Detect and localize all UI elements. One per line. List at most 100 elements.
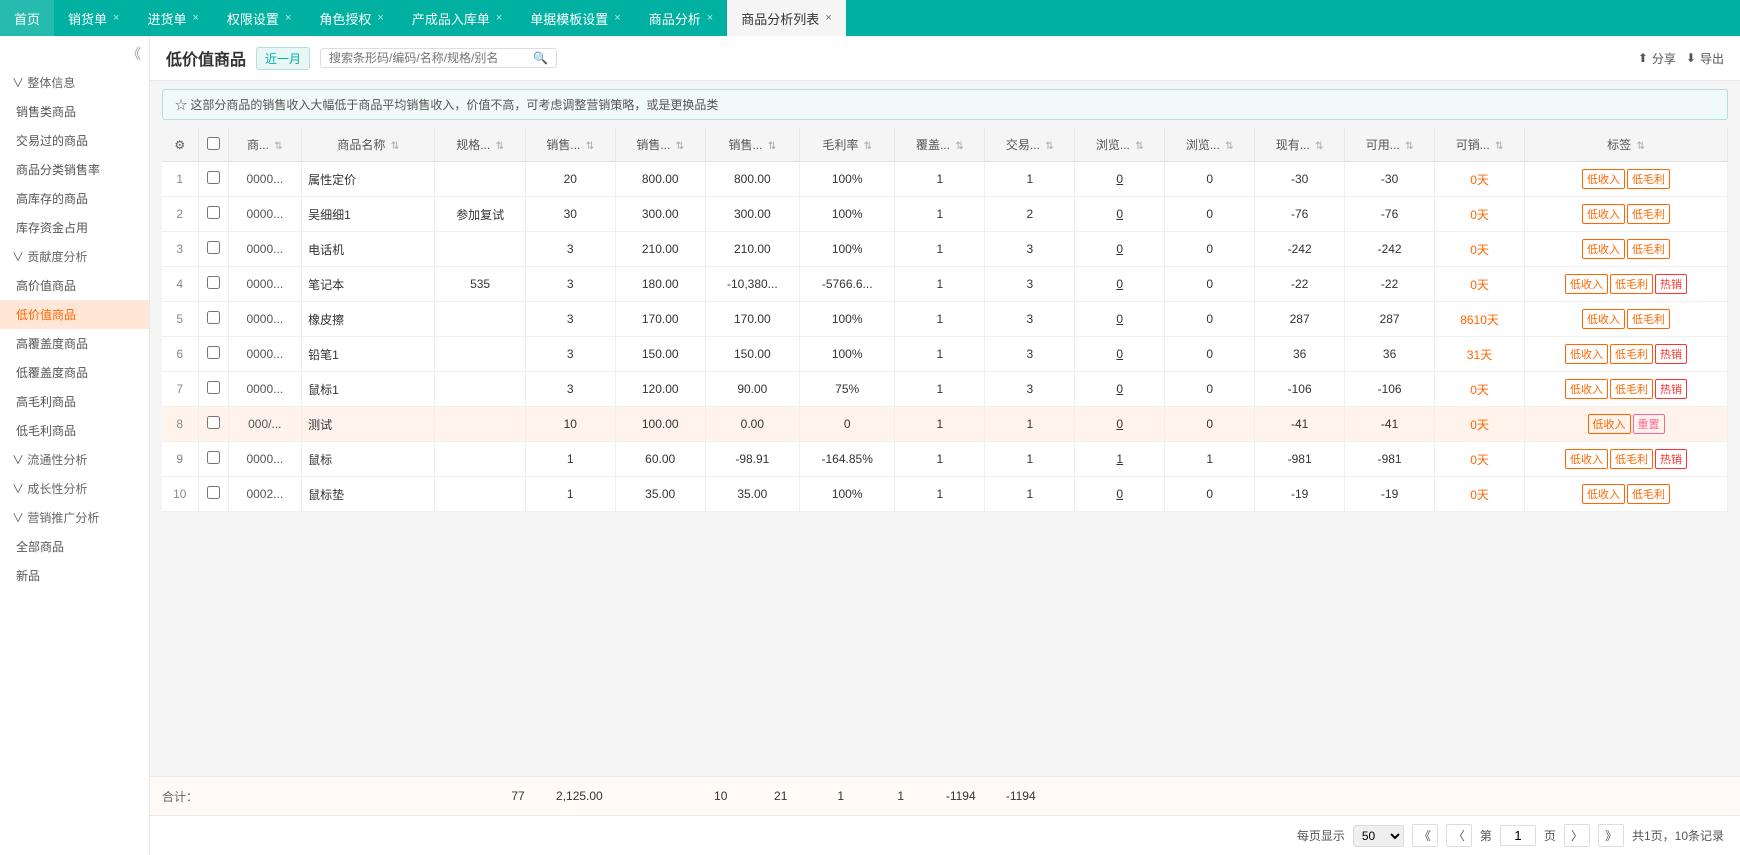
checkbox-column-header[interactable] [198,128,228,162]
code-cell: 0000... [228,302,302,337]
row-checkbox[interactable] [207,311,220,324]
view1-column-header[interactable]: 浏览... ⇅ [1075,128,1165,162]
coverage-cell: 1 [895,477,985,512]
first-page-button[interactable]: 《 [1412,824,1438,847]
view2-cell: 0 [1165,302,1255,337]
sidebar-item-high-margin[interactable]: 高毛利商品 [0,387,149,416]
close-icon[interactable]: × [377,12,383,24]
sidebar-item-low-margin[interactable]: 低毛利商品 [0,416,149,445]
sidebar-item-category-rate[interactable]: 商品分类销售率 [0,155,149,184]
prev-page-button[interactable]: 〈 [1446,824,1472,847]
export-button[interactable]: ⬇ 导出 [1686,50,1724,67]
sidebar-item-all-goods[interactable]: 全部商品 [0,532,149,561]
footer-view2: 1 [871,785,931,807]
name-cell: 鼠标垫 [302,477,435,512]
search-icon[interactable]: 🔍 [533,51,548,65]
row-checkbox[interactable] [207,276,220,289]
row-checkbox[interactable] [207,486,220,499]
sidebar-item-low-value[interactable]: 低价值商品 [0,300,149,329]
sales-column-header[interactable]: 销售... ⇅ [705,128,799,162]
per-page-select[interactable]: 50 100 200 [1353,825,1404,847]
sellable-cell: 8610天 [1435,302,1525,337]
close-icon[interactable]: × [285,12,291,24]
view1-cell: 0 [1075,372,1165,407]
view2-column-header[interactable]: 浏览... ⇅ [1165,128,1255,162]
footer-current: -1194 [931,785,991,807]
close-icon[interactable]: × [707,12,713,24]
select-all-checkbox[interactable] [207,137,220,150]
code-column-header[interactable]: 商... ⇅ [228,128,302,162]
trade-cell: 3 [985,372,1075,407]
sidebar-item-new-goods[interactable]: 新品 [0,561,149,590]
sidebar-item-high-value[interactable]: 高价值商品 [0,271,149,300]
next-page-button[interactable]: 〉 [1564,824,1590,847]
coverage-column-header[interactable]: 覆盖... ⇅ [895,128,985,162]
available-cell: -22 [1345,267,1435,302]
row-checkbox[interactable] [207,241,220,254]
available-cell: -242 [1345,232,1435,267]
sidebar-item-low-coverage[interactable]: 低覆盖度商品 [0,358,149,387]
coverage-cell: 1 [895,197,985,232]
view1-cell: 0 [1075,302,1165,337]
price-column-header[interactable]: 销售... ⇅ [615,128,705,162]
nav-analysis-list[interactable]: 商品分析列表 × [727,0,845,36]
qty-cell: 1 [525,442,615,477]
view1-cell: 0 [1075,232,1165,267]
sales-cell: 300.00 [705,197,799,232]
close-icon[interactable]: × [614,12,620,24]
nav-analysis[interactable]: 商品分析 × [635,0,727,36]
spec-cell [435,477,525,512]
sidebar-item-high-stock[interactable]: 高库存的商品 [0,184,149,213]
table-row: 4 0000... 笔记本 535 3 180.00 -10,380... -5… [162,267,1728,302]
nav-purchase[interactable]: 进货单 × [133,0,212,36]
info-bar: ☆ 这部分商品的销售收入大幅低于商品平均销售收入，价值不高，可考虑调整营销策略，… [162,89,1728,120]
qty-cell: 3 [525,302,615,337]
nav-sales[interactable]: 销货单 × [54,0,133,36]
row-checkbox[interactable] [207,451,220,464]
sidebar-item-traded-goods[interactable]: 交易过的商品 [0,126,149,155]
sidebar-item-sales-goods[interactable]: 销售类商品 [0,97,149,126]
collapse-button[interactable]: 《 [127,44,141,64]
nav-warehouse[interactable]: 产成品入库单 × [398,0,516,36]
current-column-header[interactable]: 现有... ⇅ [1255,128,1345,162]
footer-label: 合计： [162,788,198,805]
trade-column-header[interactable]: 交易... ⇅ [985,128,1075,162]
last-page-button[interactable]: 》 [1598,824,1624,847]
tags-column-header[interactable]: 标签 ⇅ [1525,128,1728,162]
nav-template[interactable]: 单据模板设置 × [516,0,634,36]
tag: 低毛利 [1627,239,1670,259]
tag: 低收入 [1565,379,1608,399]
page-number-input[interactable] [1500,825,1536,846]
view2-cell: 0 [1165,232,1255,267]
qty-column-header[interactable]: 销售... ⇅ [525,128,615,162]
row-checkbox[interactable] [207,346,220,359]
row-checkbox[interactable] [207,381,220,394]
spec-column-header[interactable]: 规格... ⇅ [435,128,525,162]
row-checkbox[interactable] [207,416,220,429]
trade-cell: 3 [985,267,1075,302]
settings-column-header[interactable]: ⚙ [162,128,198,162]
sellable-column-header[interactable]: 可销... ⇅ [1435,128,1525,162]
close-icon[interactable]: × [825,12,831,24]
row-checkbox[interactable] [207,171,220,184]
nav-home[interactable]: 首页 [0,0,54,36]
footer-view1: 1 [811,785,871,807]
row-checkbox[interactable] [207,206,220,219]
available-column-header[interactable]: 可用... ⇅ [1345,128,1435,162]
share-button[interactable]: ⬆ 分享 [1638,50,1676,67]
nav-role[interactable]: 角色授权 × [305,0,397,36]
code-cell: 0000... [228,372,302,407]
tag: 低毛利 [1610,344,1653,364]
nav-permission[interactable]: 权限设置 × [213,0,305,36]
close-icon[interactable]: × [113,12,119,24]
margin-column-header[interactable]: 毛利率 ⇅ [800,128,895,162]
close-icon[interactable]: × [192,12,198,24]
name-column-header[interactable]: 商品名称 ⇅ [302,128,435,162]
sidebar-item-stock-fund[interactable]: 库存资金占用 [0,213,149,242]
sellable-cell: 0天 [1435,197,1525,232]
filter-recent-month-button[interactable]: 近一月 [256,47,310,70]
sidebar-item-high-coverage[interactable]: 高覆盖度商品 [0,329,149,358]
tag: 低收入 [1582,204,1625,224]
search-input[interactable] [329,51,529,65]
close-icon[interactable]: × [496,12,502,24]
